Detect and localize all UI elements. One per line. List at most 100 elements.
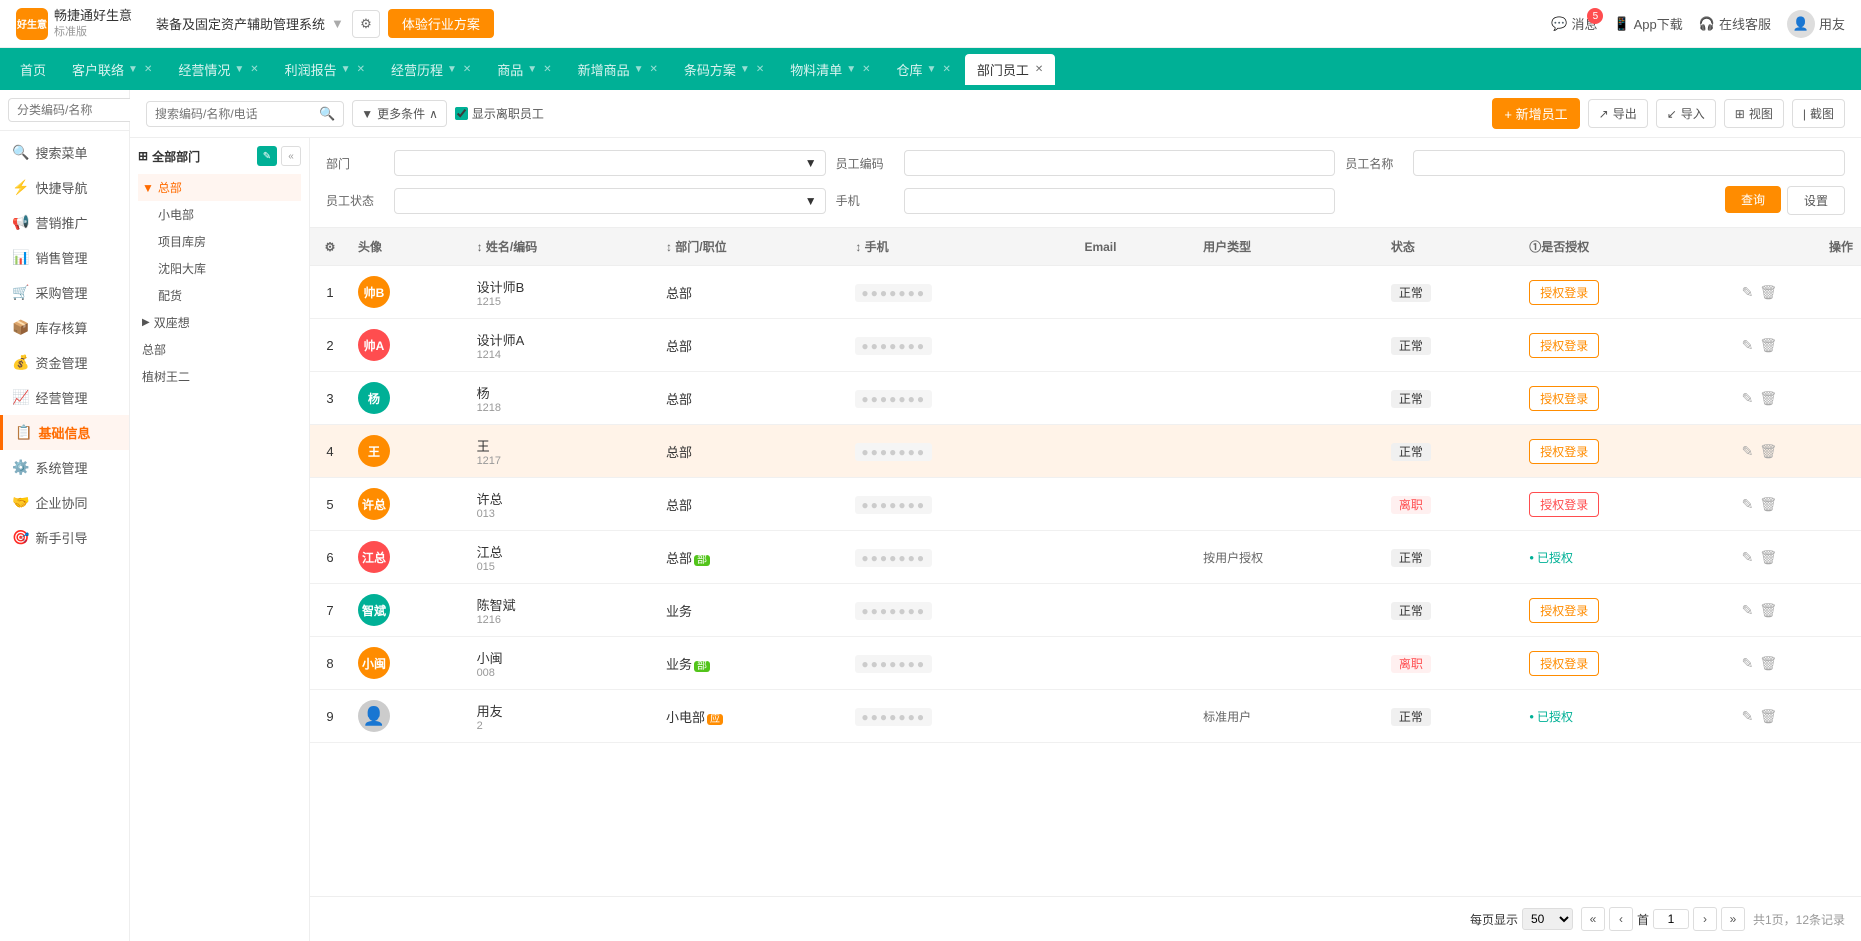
edit-button[interactable]: ✎ [1742, 390, 1754, 407]
reset-button[interactable]: 设置 [1787, 186, 1845, 215]
tree-item-zongbu[interactable]: 总部 [138, 336, 301, 363]
col-dept[interactable]: ↕ 部门/职位 [658, 228, 847, 266]
tab-department[interactable]: 部门员工 ✕ [965, 54, 1055, 85]
col-name[interactable]: ↕ 姓名/编码 [469, 228, 658, 266]
tab-warehouse[interactable]: 仓库 ▼ ✕ [885, 54, 963, 85]
collapse-button[interactable]: « [281, 146, 301, 166]
auth-button[interactable]: 授权登录 [1529, 651, 1599, 676]
sidebar-item-guide[interactable]: 🎯 新手引导 [0, 520, 129, 555]
empname-text-input[interactable] [1422, 156, 1836, 170]
auth-button[interactable]: 授权登录 [1529, 598, 1599, 623]
app-download-button[interactable]: 📱 App下载 [1613, 14, 1682, 33]
tab-profit[interactable]: 利润报告 ▼ ✕ [273, 54, 377, 85]
tab-addgoods-close[interactable]: ✕ [650, 64, 658, 75]
tree-item-headquarter[interactable]: ▼ 总部 [138, 174, 301, 201]
user-menu[interactable]: 👤 用友 [1787, 10, 1845, 38]
tree-item-shuangzuo[interactable]: ▶ 双座想 [138, 309, 301, 336]
delete-button[interactable]: 🗑 [1759, 390, 1777, 407]
tab-barcode[interactable]: 条码方案 ▼ ✕ [672, 54, 776, 85]
sidebar-item-marketing[interactable]: 📢 营销推广 [0, 205, 129, 240]
edit-button[interactable]: ✎ [1742, 602, 1754, 619]
auth-button[interactable]: 授权登录 [1529, 333, 1599, 358]
delete-button[interactable]: 🗑 [1759, 708, 1777, 725]
last-page-button[interactable]: » [1721, 907, 1745, 931]
sidebar-item-quicknav[interactable]: ⚡ 快捷导航 [0, 170, 129, 205]
sidebar-item-basic-info[interactable]: 📋 基础信息 [0, 415, 129, 450]
tab-add-goods[interactable]: 新增商品 ▼ ✕ [566, 54, 670, 85]
add-employee-button[interactable]: + 新增员工 [1492, 98, 1579, 129]
page-number-input[interactable] [1653, 909, 1689, 929]
search-input[interactable] [155, 107, 315, 121]
edit-button[interactable]: ✎ [1742, 655, 1754, 672]
filter-button[interactable]: ▼ 更多条件 ∧ [352, 100, 447, 127]
delete-button[interactable]: 🗑 [1759, 655, 1777, 672]
auth-button[interactable]: 授权登录 [1529, 439, 1599, 464]
tab-warehouse-close[interactable]: ✕ [942, 64, 950, 75]
delete-button[interactable]: 🗑 [1759, 496, 1777, 513]
edit-button[interactable]: ✎ [1742, 337, 1754, 354]
edit-button[interactable]: ✎ [1742, 443, 1754, 460]
page-size-select[interactable]: 50 100 200 [1522, 908, 1573, 930]
tab-bom-close[interactable]: ✕ [862, 64, 870, 75]
trial-button[interactable]: 体验行业方案 [388, 9, 494, 38]
tab-profit-close[interactable]: ✕ [357, 64, 365, 75]
empname-input[interactable] [1413, 150, 1845, 176]
col-settings[interactable]: ⚙ [310, 228, 350, 266]
delete-button[interactable]: 🗑 [1759, 602, 1777, 619]
tree-item-shipping[interactable]: 配货 [154, 282, 301, 309]
tab-department-close[interactable]: ✕ [1035, 64, 1043, 75]
tab-barcode-close[interactable]: ✕ [756, 64, 764, 75]
delete-button[interactable]: 🗑 [1759, 284, 1777, 301]
system-dropdown-arrow[interactable]: ▼ [331, 16, 344, 31]
import-button[interactable]: ↙ 导入 [1656, 99, 1716, 128]
message-button[interactable]: 💬 消息 5 [1551, 14, 1597, 33]
next-page-button[interactable]: › [1693, 907, 1717, 931]
dept-select[interactable]: ▼ [394, 150, 826, 176]
tab-operations[interactable]: 经营情况 ▼ ✕ [166, 54, 270, 85]
empcode-input[interactable] [904, 150, 1336, 176]
delete-button[interactable]: 🗑 [1759, 549, 1777, 566]
show-resigned-checkbox-label[interactable]: 显示离职员工 [455, 105, 544, 122]
tab-customer[interactable]: 客户联络 ▼ ✕ [60, 54, 164, 85]
online-support-button[interactable]: 🎧 在线客服 [1699, 14, 1771, 33]
view-button[interactable]: ⊞ 视图 [1724, 99, 1784, 128]
empstatus-select[interactable]: ▼ [394, 188, 826, 214]
first-page-button[interactable]: « [1581, 907, 1605, 931]
tree-item-xiaodibu[interactable]: 小电部 [154, 201, 301, 228]
screenshot-button[interactable]: | 截图 [1792, 99, 1845, 128]
phone-input[interactable] [904, 188, 1336, 214]
auth-button[interactable]: 授权登录 [1529, 386, 1599, 411]
sidebar-item-purchase[interactable]: 🛒 采购管理 [0, 275, 129, 310]
sidebar-item-search[interactable]: 🔍 搜索菜单 [0, 135, 129, 170]
export-button[interactable]: ↗ 导出 [1588, 99, 1648, 128]
tree-item-shenyang[interactable]: 沈阳大库 [154, 255, 301, 282]
tab-home[interactable]: 首页 [8, 54, 58, 85]
gear-button[interactable]: ⚙ [352, 10, 380, 38]
search-icon-btn[interactable]: 🔍 [319, 106, 335, 122]
sidebar-item-inventory[interactable]: 📦 库存核算 [0, 310, 129, 345]
prev-page-button[interactable]: ‹ [1609, 907, 1633, 931]
sidebar-item-system[interactable]: ⚙️ 系统管理 [0, 450, 129, 485]
tree-item-project[interactable]: 项目库房 [154, 228, 301, 255]
query-button[interactable]: 查询 [1725, 186, 1781, 213]
col-phone[interactable]: ↕ 手机 [847, 228, 1076, 266]
tree-item-zhishu[interactable]: 植树王二 [138, 363, 301, 390]
phone-text-input[interactable] [913, 194, 1327, 208]
sidebar-item-sales[interactable]: 📊 销售管理 [0, 240, 129, 275]
show-resigned-checkbox[interactable] [455, 107, 468, 120]
sidebar-item-finance[interactable]: 💰 资金管理 [0, 345, 129, 380]
tab-bom[interactable]: 物料清单 ▼ ✕ [778, 54, 882, 85]
tab-history[interactable]: 经营历程 ▼ ✕ [379, 54, 483, 85]
tab-operations-close[interactable]: ✕ [250, 64, 258, 75]
delete-button[interactable]: 🗑 [1759, 337, 1777, 354]
sidebar-item-collab[interactable]: 🤝 企业协同 [0, 485, 129, 520]
tab-history-close[interactable]: ✕ [463, 64, 471, 75]
edit-button[interactable]: ✎ [1742, 284, 1754, 301]
dept-edit-button[interactable]: ✎ [257, 146, 277, 166]
auth-button[interactable]: 授权登录 [1529, 280, 1599, 305]
tab-goods-close[interactable]: ✕ [543, 64, 551, 75]
edit-button[interactable]: ✎ [1742, 708, 1754, 725]
tab-customer-close[interactable]: ✕ [144, 64, 152, 75]
empcode-text-input[interactable] [913, 156, 1327, 170]
auth-button[interactable]: 授权登录 [1529, 492, 1599, 517]
